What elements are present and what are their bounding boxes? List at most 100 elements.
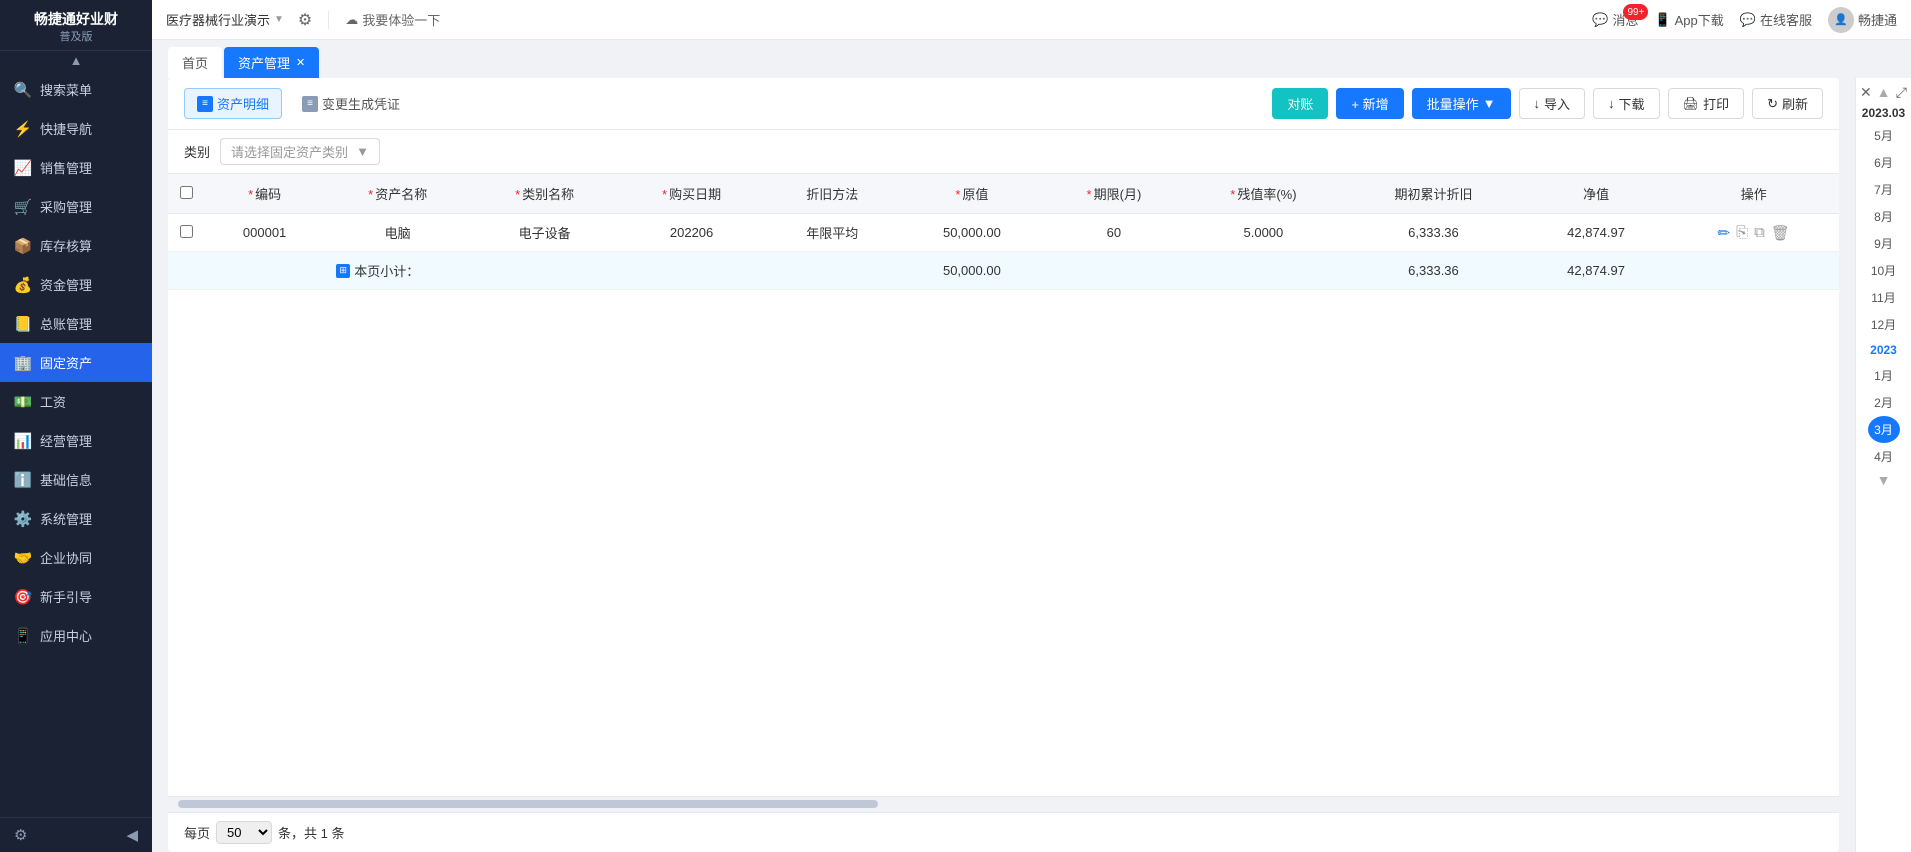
- month-item[interactable]: 6月: [1856, 149, 1911, 176]
- subtotal-checkbox: [168, 252, 205, 290]
- sidebar-nav: 🔍 搜索菜单 ⚡ 快捷导航 📈 销售管理 🛒 采购管理 📦 库存核算 💰 资金管…: [0, 70, 152, 817]
- sidebar-item-guide[interactable]: 🎯 新手引导: [0, 577, 152, 616]
- copy-icon-0[interactable]: ⎘: [1736, 224, 1748, 241]
- tab-close-asset-mgmt[interactable]: ✕: [296, 56, 305, 69]
- sidebar-item-label-cooperation: 企业协同: [40, 548, 92, 567]
- topbar-settings-icon[interactable]: ⚙: [298, 10, 312, 30]
- month-item[interactable]: 11月: [1856, 284, 1911, 311]
- avatar-icon: 👤: [1834, 13, 1848, 26]
- th-residual-rate: *残值率(%): [1184, 174, 1344, 214]
- total-text: 条，共 1 条: [278, 823, 344, 842]
- horizontal-scrollbar[interactable]: [168, 796, 1839, 812]
- sidebar-logo: 畅捷通好业财 普及版: [0, 0, 152, 51]
- cell-depreciation-method-0: 年限平均: [765, 214, 899, 252]
- print-button[interactable]: 🖨 打印: [1668, 88, 1745, 119]
- sidebar-scroll-up[interactable]: ▲: [0, 51, 152, 70]
- message-button[interactable]: 💬 消息 99+: [1592, 10, 1638, 29]
- month-item[interactable]: 10月: [1856, 257, 1911, 284]
- settings-icon[interactable]: ⚙: [14, 826, 27, 844]
- panel-expand-icon[interactable]: ⤢: [1896, 84, 1907, 101]
- month-item[interactable]: 7月: [1856, 176, 1911, 203]
- refresh-button[interactable]: ↻ 刷新: [1752, 88, 1823, 119]
- refresh-label: 刷新: [1782, 94, 1808, 113]
- month-item[interactable]: 3月: [1868, 416, 1900, 443]
- sidebar-item-payroll[interactable]: 💵 工资: [0, 382, 152, 421]
- th-period: *期限(月): [1044, 174, 1183, 214]
- reconcile-button[interactable]: 对账: [1272, 88, 1328, 119]
- online-service-label: 在线客服: [1760, 10, 1812, 29]
- system-icon: ⚙️: [14, 510, 32, 528]
- sidebar-item-app-center[interactable]: 📱 应用中心: [0, 616, 152, 655]
- hscroll-thumb[interactable]: [178, 800, 878, 808]
- new-button[interactable]: + 新增: [1336, 88, 1403, 119]
- funds-icon: 💰: [14, 276, 32, 294]
- month-item[interactable]: 2月: [1856, 389, 1911, 416]
- download-button[interactable]: ↓ 下载: [1593, 88, 1660, 119]
- per-page-select[interactable]: 50 100 200: [216, 821, 272, 844]
- sidebar-item-quick-nav[interactable]: ⚡ 快捷导航: [0, 109, 152, 148]
- clone-icon-0[interactable]: ⧉: [1754, 224, 1765, 241]
- sidebar-item-sales[interactable]: 📈 销售管理: [0, 148, 152, 187]
- edit-icon-0[interactable]: ✏: [1718, 224, 1731, 242]
- cell-net-value-0: 42,874.97: [1524, 214, 1669, 252]
- sidebar-item-label-app-center: 应用中心: [40, 626, 92, 645]
- action-buttons-0: ✏ ⎘ ⧉ 🗑: [1680, 224, 1827, 242]
- panel-nav-up[interactable]: ▲: [1875, 82, 1893, 102]
- select-all-checkbox[interactable]: [180, 186, 193, 199]
- batch-label: 批量操作: [1427, 94, 1479, 113]
- tab-change-voucher[interactable]: ≡ 变更生成凭证: [290, 89, 412, 118]
- online-service-button[interactable]: 💬 在线客服: [1740, 10, 1812, 29]
- sales-icon: 📈: [14, 159, 32, 177]
- experience-section[interactable]: ☁ 我要体验一下: [345, 10, 440, 29]
- tab-label-home: 首页: [182, 53, 208, 72]
- subtotal-row: ⊞ 本页小计： 50,000.00 6,333.36 42,874.97: [168, 252, 1839, 290]
- panel-close-icon[interactable]: ✕: [1860, 84, 1872, 101]
- month-item[interactable]: 8月: [1856, 203, 1911, 230]
- sidebar-item-operations[interactable]: 📊 经营管理: [0, 421, 152, 460]
- guide-icon: 🎯: [14, 588, 32, 606]
- month-item[interactable]: 12月: [1856, 311, 1911, 338]
- batch-arrow-icon: ▼: [1483, 96, 1496, 111]
- month-item[interactable]: 1月: [1856, 362, 1911, 389]
- th-net-value: 净值: [1524, 174, 1669, 214]
- row-checkbox-0[interactable]: [180, 225, 193, 238]
- pagination: 每页 50 100 200 条，共 1 条: [168, 812, 1839, 852]
- cell-residual-rate-0: 5.0000: [1184, 214, 1344, 252]
- subtotal-operation: [1668, 252, 1839, 290]
- sidebar-item-system[interactable]: ⚙️ 系统管理: [0, 499, 152, 538]
- category-filter-select[interactable]: 请选择固定资产类别 ▼: [220, 138, 380, 165]
- tab-asset-mgmt[interactable]: 资产管理✕: [224, 47, 319, 78]
- sidebar-item-label-quick-nav: 快捷导航: [40, 119, 92, 138]
- category-filter-label: 类别: [184, 142, 210, 161]
- month-item[interactable]: 4月: [1856, 443, 1911, 470]
- sidebar-item-basic-info[interactable]: ℹ️ 基础信息: [0, 460, 152, 499]
- sidebar-item-ledger[interactable]: 📒 总账管理: [0, 304, 152, 343]
- sidebar-item-purchase[interactable]: 🛒 采购管理: [0, 187, 152, 226]
- company-selector[interactable]: 医疗器械行业演示 ▼: [166, 10, 284, 29]
- sidebar-item-label-ledger: 总账管理: [40, 314, 92, 333]
- cell-name-0: 电脑: [324, 214, 471, 252]
- sidebar-item-cooperation[interactable]: 🤝 企业协同: [0, 538, 152, 577]
- sidebar-item-inventory[interactable]: 📦 库存核算: [0, 226, 152, 265]
- user-profile[interactable]: 👤 畅捷通: [1828, 7, 1897, 33]
- tab-home[interactable]: 首页: [168, 47, 222, 78]
- sidebar-item-label-fixed-assets: 固定资产: [40, 353, 92, 372]
- panel-nav-down[interactable]: ▼: [1875, 470, 1893, 490]
- month-item[interactable]: 5月: [1856, 122, 1911, 149]
- delete-icon-0[interactable]: 🗑: [1771, 224, 1790, 242]
- collapse-icon[interactable]: ◀: [126, 826, 138, 844]
- import-button[interactable]: ↓ 导入: [1519, 88, 1586, 119]
- download-icon: 📱: [1654, 12, 1670, 28]
- asset-table: *编码 *资产名称 *类别名称 *购买日期 折旧方法 *原值 *期限(月) *残…: [168, 174, 1839, 290]
- asset-table-wrap: *编码 *资产名称 *类别名称 *购买日期 折旧方法 *原值 *期限(月) *残…: [168, 174, 1839, 796]
- sidebar-item-funds[interactable]: 💰 资金管理: [0, 265, 152, 304]
- app-center-icon: 📱: [14, 627, 32, 645]
- month-item[interactable]: 9月: [1856, 230, 1911, 257]
- tab-asset-list[interactable]: ≡ 资产明细: [184, 88, 282, 119]
- purchase-icon: 🛒: [14, 198, 32, 216]
- batch-button[interactable]: 批量操作 ▼: [1412, 88, 1511, 119]
- company-name: 医疗器械行业演示: [166, 10, 270, 29]
- sidebar-item-search[interactable]: 🔍 搜索菜单: [0, 70, 152, 109]
- sidebar-item-fixed-assets[interactable]: 🏢 固定资产: [0, 343, 152, 382]
- app-download-button[interactable]: 📱 App下载: [1654, 10, 1723, 29]
